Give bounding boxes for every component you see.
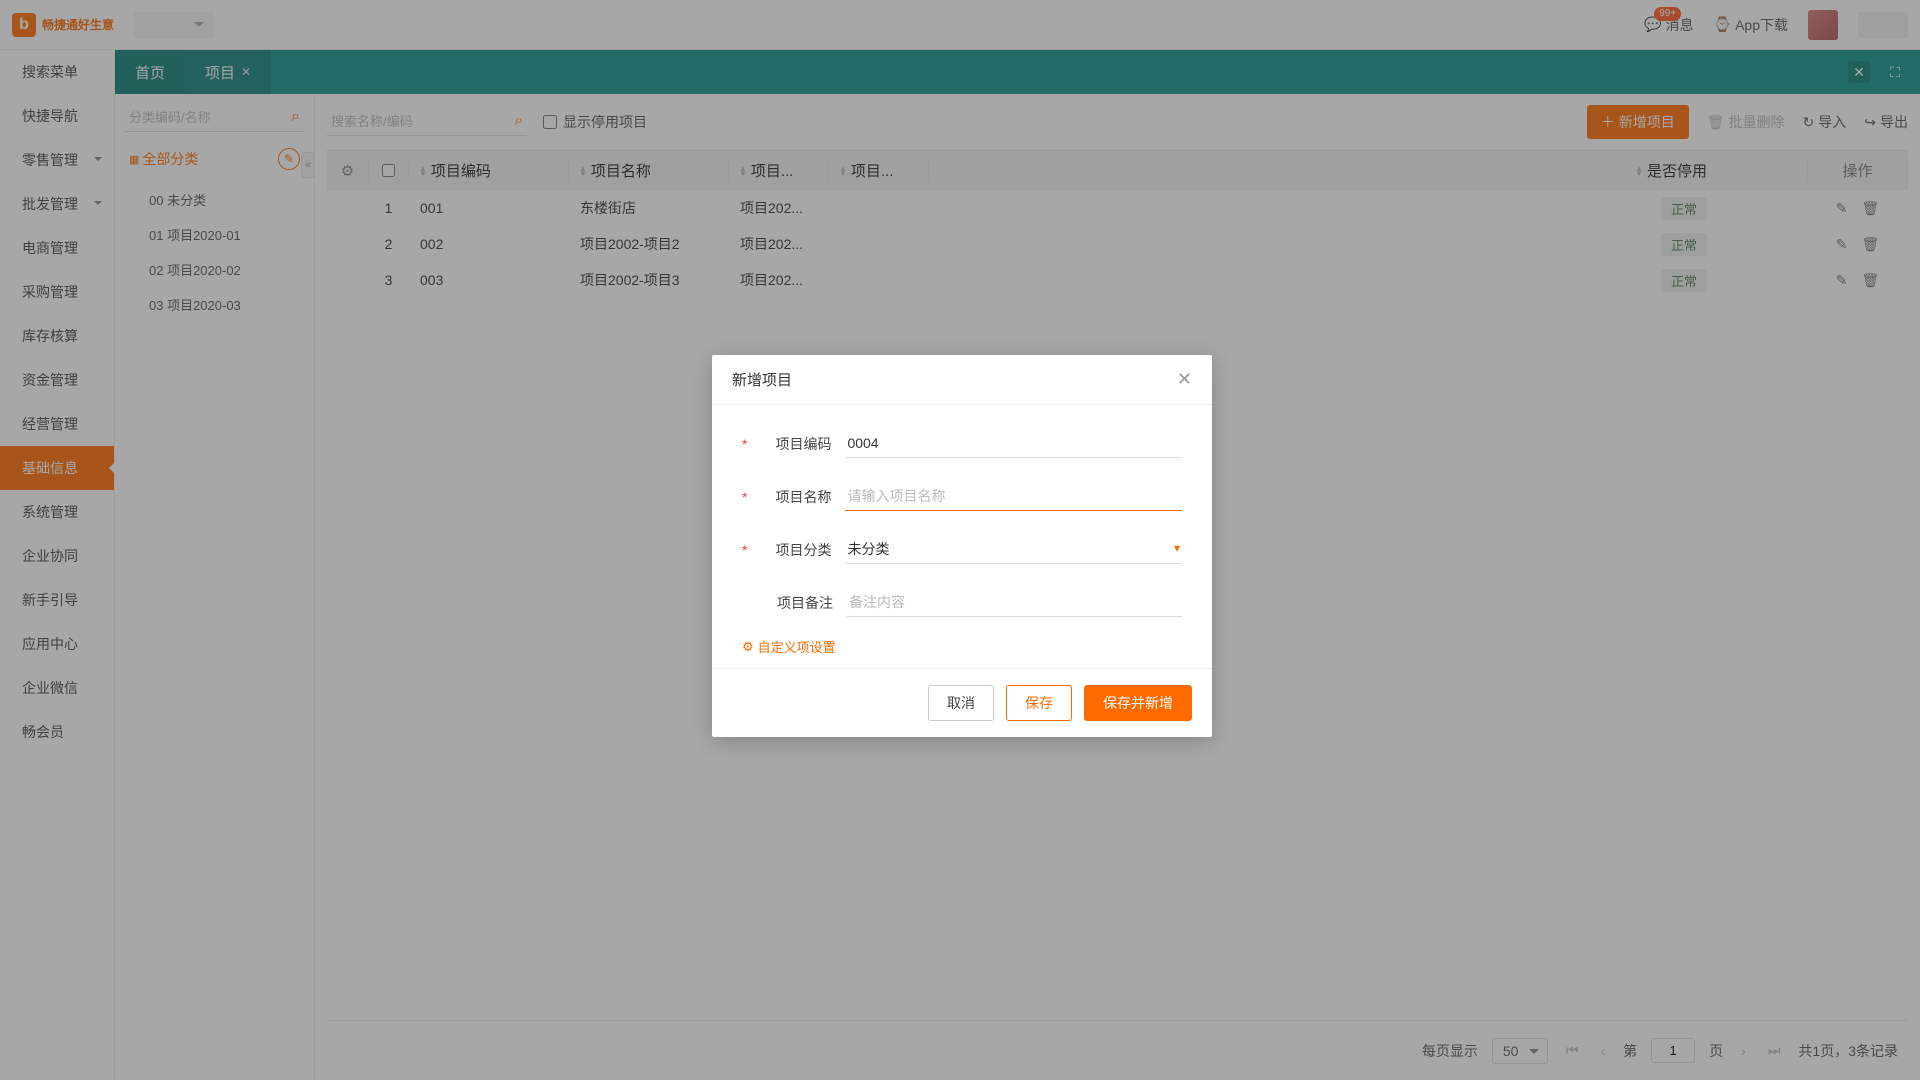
field-category: * 项目分类 ▾ [742,535,1182,564]
chevron-down-icon[interactable]: ▾ [1174,541,1180,555]
field-name: * 项目名称 [742,482,1182,511]
name-input[interactable] [845,482,1182,511]
custom-fields-link[interactable]: ⚙ 自定义项设置 [742,637,1182,656]
modal-header: 新增项目 ✕ [712,355,1212,405]
name-label: 项目名称 [751,487,831,507]
modal-close-icon[interactable]: ✕ [1177,369,1192,390]
save-and-new-button[interactable]: 保存并新增 [1084,685,1192,721]
modal-footer: 取消 保存 保存并新增 [712,668,1212,737]
new-project-modal: 新增项目 ✕ * 项目编码 * 项目名称 * 项目分类 ▾ 项目备注 ⚙ [712,355,1212,737]
remark-input[interactable] [847,588,1182,617]
category-label: 项目分类 [751,540,831,560]
required-icon: * [742,542,747,558]
custom-fields-label: 自定义项设置 [758,637,836,656]
code-input[interactable] [845,429,1182,458]
modal-title: 新增项目 [732,369,792,390]
remark-label: 项目备注 [753,593,833,613]
cancel-button[interactable]: 取消 [928,685,994,721]
save-button[interactable]: 保存 [1006,685,1072,721]
gear-icon: ⚙ [742,639,754,655]
required-icon: * [742,489,747,505]
category-select[interactable] [845,535,1182,564]
required-icon: * [742,436,747,452]
field-code: * 项目编码 [742,429,1182,458]
code-label: 项目编码 [751,434,831,454]
field-remark: 项目备注 [742,588,1182,617]
